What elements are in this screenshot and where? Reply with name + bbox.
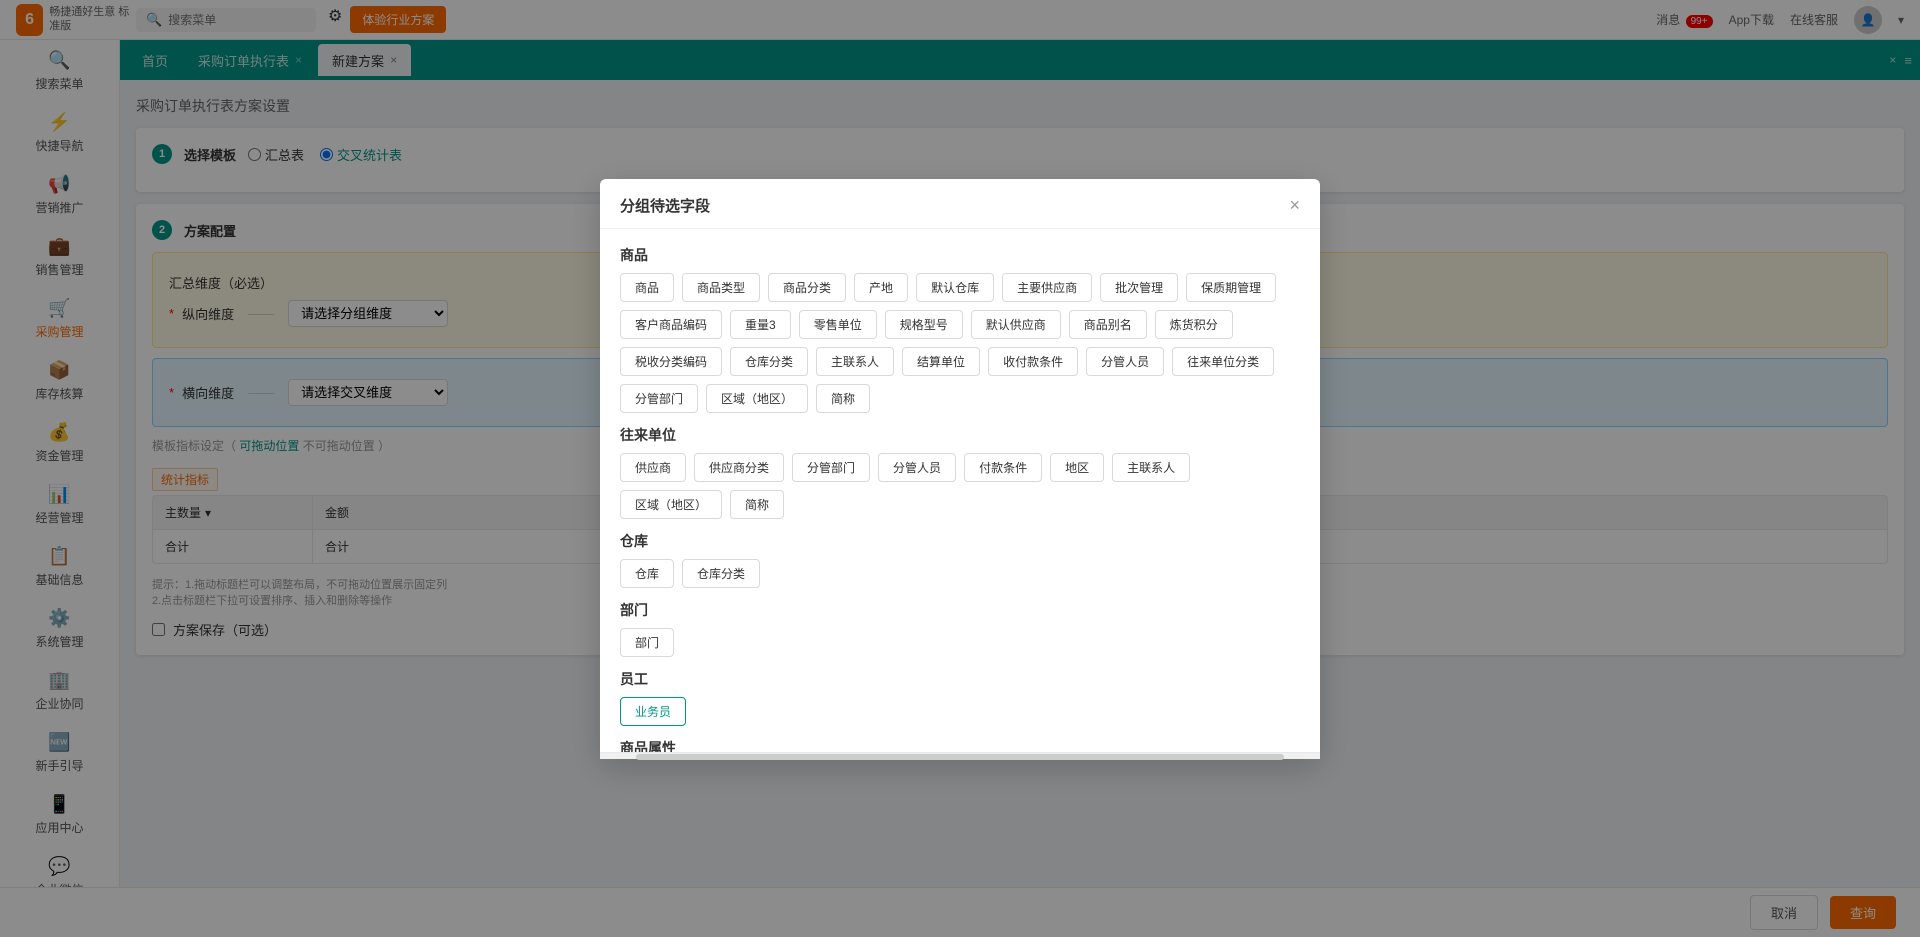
chip-供应商分类[interactable]: 供应商分类 (694, 453, 784, 482)
modal-overlay[interactable]: 分组待选字段 × 商品 商品 商品类型 商品分类 产地 默认仓库 主要供应商 批… (0, 0, 1920, 937)
chip-主联系人2[interactable]: 主联系人 (1112, 453, 1190, 482)
field-select-modal: 分组待选字段 × 商品 商品 商品类型 商品分类 产地 默认仓库 主要供应商 批… (600, 179, 1320, 759)
chip-分管人员[interactable]: 分管人员 (1086, 347, 1164, 376)
chip-往来单位分类[interactable]: 往来单位分类 (1172, 347, 1274, 376)
modal-hscroll-thumb (636, 754, 1284, 760)
chip-主联系人[interactable]: 主联系人 (816, 347, 894, 376)
section-partner-title: 往来单位 (620, 425, 1300, 445)
section-dept-title: 部门 (620, 600, 1300, 620)
chip-区域地区[interactable]: 区域（地区） (706, 384, 808, 413)
modal-close-button[interactable]: × (1289, 196, 1300, 214)
chip-产地[interactable]: 产地 (854, 273, 908, 302)
section-employee-chips: 业务员 (620, 697, 1300, 726)
modal-horizontal-scrollbar[interactable] (600, 752, 1320, 759)
chip-分管部门2[interactable]: 分管部门 (792, 453, 870, 482)
chip-炼货积分[interactable]: 炼货积分 (1155, 310, 1233, 339)
chip-商品[interactable]: 商品 (620, 273, 674, 302)
section-goods-title: 商品 (620, 245, 1300, 265)
chip-保质期管理[interactable]: 保质期管理 (1186, 273, 1276, 302)
section-employee-title: 员工 (620, 669, 1300, 689)
chip-默认供应商[interactable]: 默认供应商 (971, 310, 1061, 339)
chip-分管人员2[interactable]: 分管人员 (878, 453, 956, 482)
chip-零售单位[interactable]: 零售单位 (799, 310, 877, 339)
chip-业务员[interactable]: 业务员 (620, 697, 686, 726)
modal-header: 分组待选字段 × (600, 179, 1320, 229)
chip-简称2[interactable]: 简称 (730, 490, 784, 519)
chip-分管部门[interactable]: 分管部门 (620, 384, 698, 413)
chip-付款条件[interactable]: 付款条件 (964, 453, 1042, 482)
section-warehouse-chips: 仓库 仓库分类 (620, 559, 1300, 588)
chip-商品别名[interactable]: 商品别名 (1069, 310, 1147, 339)
chip-结算单位[interactable]: 结算单位 (902, 347, 980, 376)
chip-简称[interactable]: 简称 (816, 384, 870, 413)
chip-重量3[interactable]: 重量3 (730, 310, 791, 339)
chip-规格型号[interactable]: 规格型号 (885, 310, 963, 339)
chip-地区[interactable]: 地区 (1050, 453, 1104, 482)
chip-批次管理[interactable]: 批次管理 (1100, 273, 1178, 302)
section-goods-attr-title: 商品属性 (620, 738, 1300, 752)
chip-仓库分类2[interactable]: 仓库分类 (682, 559, 760, 588)
chip-部门[interactable]: 部门 (620, 628, 674, 657)
chip-仓库[interactable]: 仓库 (620, 559, 674, 588)
chip-区域地区2[interactable]: 区域（地区） (620, 490, 722, 519)
chip-客户商品编码[interactable]: 客户商品编码 (620, 310, 722, 339)
modal-body: 商品 商品 商品类型 商品分类 产地 默认仓库 主要供应商 批次管理 保质期管理… (600, 229, 1320, 752)
chip-主要供应商[interactable]: 主要供应商 (1002, 273, 1092, 302)
modal-title: 分组待选字段 (620, 195, 710, 216)
chip-税收分类编码[interactable]: 税收分类编码 (620, 347, 722, 376)
section-dept-chips: 部门 (620, 628, 1300, 657)
section-warehouse-title: 仓库 (620, 531, 1300, 551)
section-partner-chips: 供应商 供应商分类 分管部门 分管人员 付款条件 地区 主联系人 区域（地区） … (620, 453, 1300, 519)
section-goods-chips: 商品 商品类型 商品分类 产地 默认仓库 主要供应商 批次管理 保质期管理 客户… (620, 273, 1300, 413)
chip-商品分类[interactable]: 商品分类 (768, 273, 846, 302)
chip-仓库分类[interactable]: 仓库分类 (730, 347, 808, 376)
chip-收付款条件[interactable]: 收付款条件 (988, 347, 1078, 376)
chip-供应商[interactable]: 供应商 (620, 453, 686, 482)
chip-商品类型[interactable]: 商品类型 (682, 273, 760, 302)
chip-默认仓库[interactable]: 默认仓库 (916, 273, 994, 302)
